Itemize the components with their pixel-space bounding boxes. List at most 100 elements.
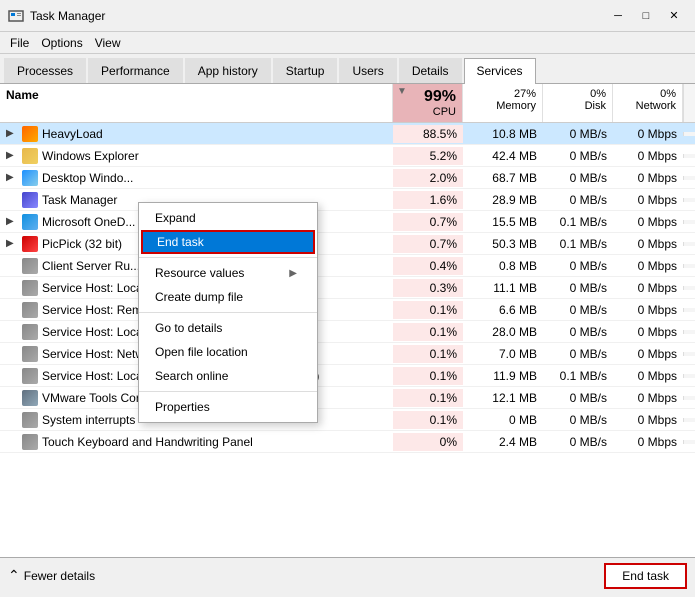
main-area: Name ▼ 99% CPU 27% Memory 0% Disk 0% Net… (0, 84, 695, 557)
table-row[interactable]: System interrupts 0.1% 0 MB 0 MB/s 0 Mbp… (0, 409, 695, 431)
process-icon (22, 192, 38, 208)
context-menu-item-label: Expand (155, 211, 196, 225)
expand-icon: ▶ (6, 172, 18, 183)
network-value: 0 Mbps (613, 411, 683, 429)
memory-value: 42.4 MB (463, 147, 543, 165)
row-scrollbar-spacer (683, 396, 695, 400)
menu-options[interactable]: Options (35, 34, 88, 52)
tab-startup[interactable]: Startup (273, 58, 338, 83)
close-button[interactable]: ✕ (661, 6, 687, 26)
app-title: Task Manager (30, 9, 605, 23)
table-row[interactable]: ▶ HeavyLoad 88.5% 10.8 MB 0 MB/s 0 Mbps (0, 123, 695, 145)
context-menu-item[interactable]: Properties (139, 395, 317, 419)
table-row[interactable]: VMware Tools Core Service 0.1% 12.1 MB 0… (0, 387, 695, 409)
context-menu-item[interactable]: Search online (139, 364, 317, 388)
process-name-cell: ▶ Windows Explorer (0, 146, 393, 166)
context-menu-item-label: Create dump file (155, 290, 243, 304)
disk-value: 0.1 MB/s (543, 213, 613, 231)
cpu-value: 5.2% (393, 147, 463, 165)
menu-view[interactable]: View (89, 34, 127, 52)
disk-value: 0 MB/s (543, 389, 613, 407)
disk-value: 0 MB/s (543, 301, 613, 319)
table-header-row: Name ▼ 99% CPU 27% Memory 0% Disk 0% Net… (0, 84, 695, 123)
context-menu-item[interactable]: Resource values ▶ (139, 261, 317, 285)
context-menu: Expand End task Resource values ▶ Create dum… (138, 202, 318, 423)
memory-value: 68.7 MB (463, 169, 543, 187)
tab-services[interactable]: Services (464, 58, 536, 84)
process-name-label: Touch Keyboard and Handwriting Panel (42, 435, 253, 449)
context-menu-item[interactable]: Go to details (139, 316, 317, 340)
tab-details[interactable]: Details (399, 58, 462, 83)
minimize-button[interactable]: ─ (605, 6, 631, 26)
col-header-disk[interactable]: 0% Disk (543, 84, 613, 122)
context-menu-item[interactable]: End task (141, 230, 315, 254)
network-value: 0 Mbps (613, 433, 683, 451)
tab-app-history[interactable]: App history (185, 58, 271, 83)
cpu-value: 0.1% (393, 389, 463, 407)
memory-value: 28.0 MB (463, 323, 543, 341)
table-row[interactable]: Service Host: Remote Procedure Call (2) … (0, 299, 695, 321)
process-icon (22, 170, 38, 186)
table-row[interactable]: Client Server Ru... 0.4% 0.8 MB 0 MB/s 0… (0, 255, 695, 277)
process-name-label: Client Server Ru... (42, 259, 140, 273)
network-value: 0 Mbps (613, 367, 683, 385)
table-row[interactable]: Service Host: Local Service (Network Res… (0, 365, 695, 387)
cpu-value: 0.1% (393, 345, 463, 363)
context-menu-item-label: End task (157, 235, 204, 249)
fewer-details-button[interactable]: ⌃ Fewer details (8, 567, 95, 584)
table-row[interactable]: Service Host: Local Service (No Network)… (0, 277, 695, 299)
row-scrollbar-spacer (683, 308, 695, 312)
cpu-value: 0.7% (393, 213, 463, 231)
network-value: 0 Mbps (613, 191, 683, 209)
submenu-arrow-icon: ▶ (289, 268, 297, 279)
end-task-button[interactable]: End task (604, 563, 687, 589)
memory-value: 10.8 MB (463, 125, 543, 143)
memory-value: 50.3 MB (463, 235, 543, 253)
col-header-name[interactable]: Name (0, 84, 393, 122)
memory-value: 11.1 MB (463, 279, 543, 297)
net-label: Network (636, 100, 676, 112)
table-row[interactable]: ▶ Microsoft OneD... 0.7% 15.5 MB 0.1 MB/… (0, 211, 695, 233)
fewer-details-label: Fewer details (24, 569, 95, 583)
network-value: 0 Mbps (613, 389, 683, 407)
menu-file[interactable]: File (4, 34, 35, 52)
context-menu-item[interactable]: Expand (139, 206, 317, 230)
table-row[interactable]: ▶ PicPick (32 bit) 0.7% 50.3 MB 0.1 MB/s… (0, 233, 695, 255)
table-row[interactable]: Task Manager 1.6% 28.9 MB 0 MB/s 0 Mbps (0, 189, 695, 211)
process-icon (22, 368, 38, 384)
col-header-network[interactable]: 0% Network (613, 84, 683, 122)
tab-users[interactable]: Users (339, 58, 396, 83)
network-value: 0 Mbps (613, 169, 683, 187)
disk-value: 0 MB/s (543, 411, 613, 429)
tab-bar: Processes Performance App history Startu… (0, 54, 695, 84)
tab-performance[interactable]: Performance (88, 58, 183, 83)
cpu-value: 0.1% (393, 301, 463, 319)
disk-value: 0 MB/s (543, 345, 613, 363)
process-name-cell: ▶ Desktop Windo... (0, 168, 393, 188)
table-row[interactable]: Service Host: Local System (18) 0.1% 28.… (0, 321, 695, 343)
context-menu-item[interactable]: Open file location (139, 340, 317, 364)
tab-processes[interactable]: Processes (4, 58, 86, 83)
disk-value: 0 MB/s (543, 191, 613, 209)
disk-pct: 0% (590, 88, 606, 100)
context-menu-separator (139, 312, 317, 313)
col-header-cpu[interactable]: ▼ 99% CPU (393, 84, 463, 122)
memory-value: 7.0 MB (463, 345, 543, 363)
process-name-label: Microsoft OneD... (42, 215, 135, 229)
cpu-value: 0.4% (393, 257, 463, 275)
table-row[interactable]: Service Host: Network Service (5) 0.1% 7… (0, 343, 695, 365)
table-row[interactable]: ▶ Desktop Windo... 2.0% 68.7 MB 0 MB/s 0… (0, 167, 695, 189)
cpu-value: 2.0% (393, 169, 463, 187)
row-scrollbar-spacer (683, 264, 695, 268)
process-icon (22, 302, 38, 318)
context-menu-item[interactable]: Create dump file (139, 285, 317, 309)
context-menu-item-label: Resource values (155, 266, 244, 280)
col-header-memory[interactable]: 27% Memory (463, 84, 543, 122)
context-menu-separator (139, 391, 317, 392)
maximize-button[interactable]: □ (633, 6, 659, 26)
table-row[interactable]: Touch Keyboard and Handwriting Panel 0% … (0, 431, 695, 453)
process-name-cell: ▶ HeavyLoad (0, 124, 393, 144)
table-row[interactable]: ▶ Windows Explorer 5.2% 42.4 MB 0 MB/s 0… (0, 145, 695, 167)
process-table[interactable]: Name ▼ 99% CPU 27% Memory 0% Disk 0% Net… (0, 84, 695, 557)
row-scrollbar-spacer (683, 286, 695, 290)
